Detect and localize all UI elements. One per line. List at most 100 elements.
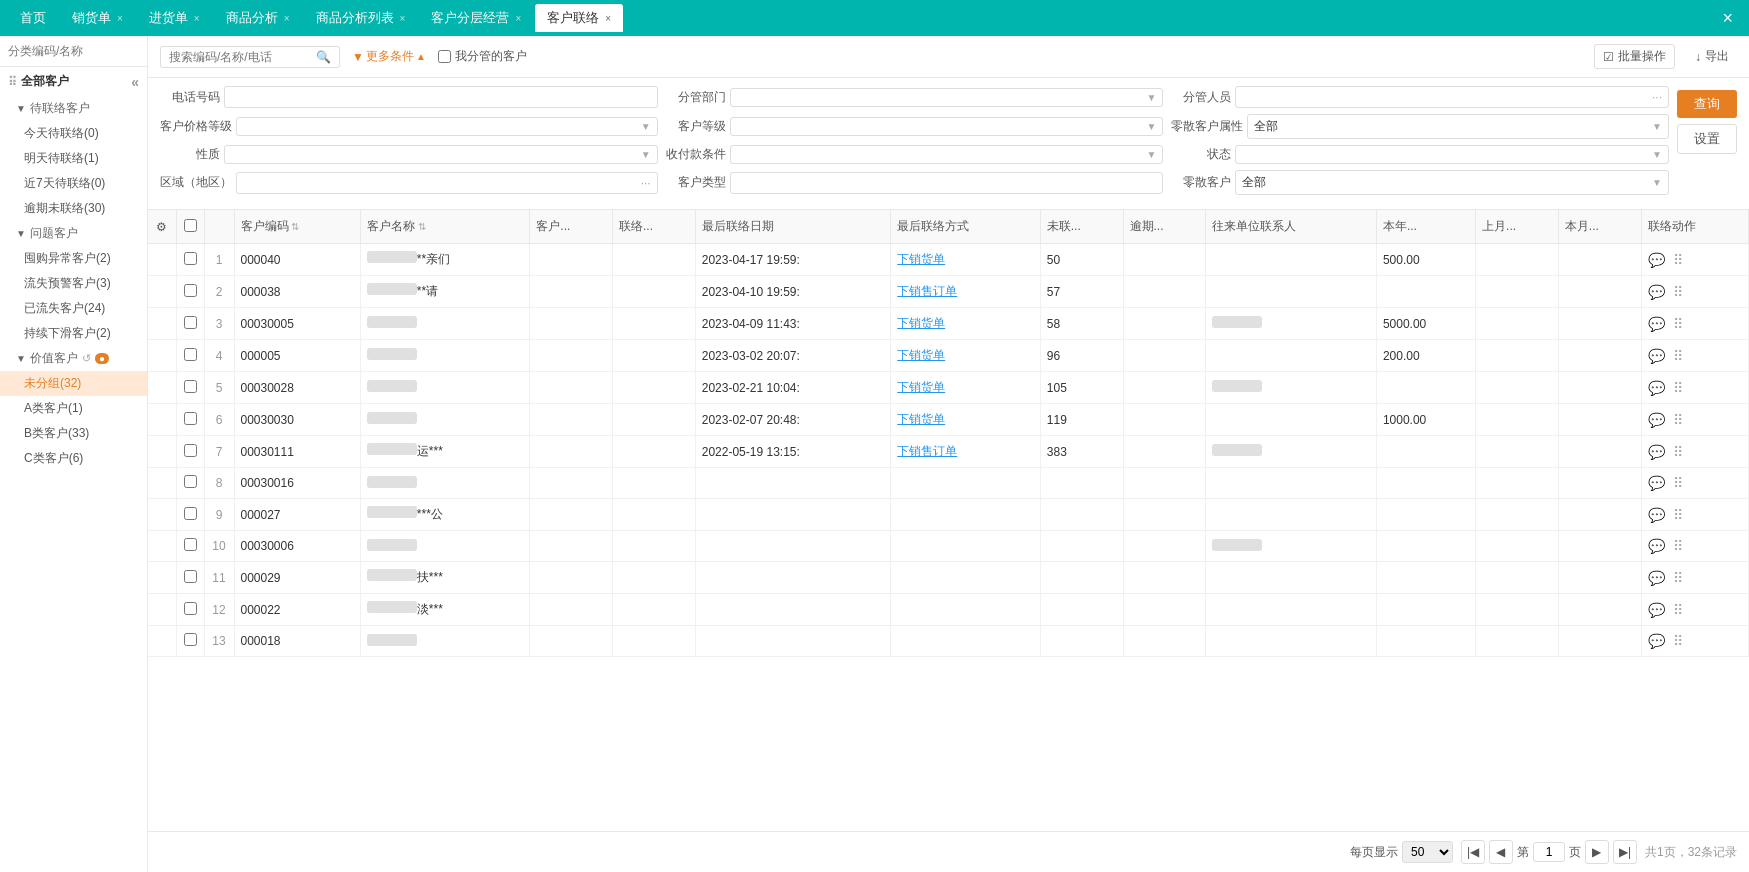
next-page-button[interactable]: ▶ [1585,840,1609,864]
more-conditions-button[interactable]: ▼ 更多条件 ▲ [352,48,426,65]
sidebar-item[interactable]: A类客户(1) [0,396,147,421]
my-customers-checkbox[interactable]: 我分管的客户 [438,48,527,65]
row-checkbox[interactable] [184,633,197,646]
message-icon[interactable]: 💬 [1648,602,1665,618]
contact-way-link[interactable]: 下销货单 [897,252,945,266]
contact-way-link[interactable]: 下销货单 [897,412,945,426]
last-contact-way-cell[interactable]: 下销售订单 [891,436,1041,468]
row-checkbox[interactable] [184,570,197,583]
payment-select[interactable]: ▼ [730,145,1164,164]
collapse-icon[interactable]: « [131,74,139,90]
contact-way-link[interactable]: 下销货单 [897,380,945,394]
grid-action-icon[interactable]: ⠿ [1673,444,1683,460]
nav-tab-goods-analysis-list[interactable]: 商品分析列表× [304,4,418,32]
sidebar-item[interactable]: 囤购异常客户(2) [0,246,147,271]
grid-action-icon[interactable]: ⠿ [1673,570,1683,586]
message-icon[interactable]: 💬 [1648,570,1665,586]
customer-code-header[interactable]: 客户编码 [234,210,360,244]
last-contact-way-cell[interactable]: 下销货单 [891,372,1041,404]
grid-action-icon[interactable]: ⠿ [1673,633,1683,649]
contact-way-link[interactable]: 下销售订单 [897,444,957,458]
sidebar-search-input[interactable] [8,44,148,58]
row-checkbox[interactable] [184,538,197,551]
nav-tab-customer-contact[interactable]: 客户联络× [535,4,623,32]
sidebar-item[interactable]: 流失预警客户(3) [0,271,147,296]
grid-action-icon[interactable]: ⠿ [1673,348,1683,364]
message-icon[interactable]: 💬 [1648,380,1665,396]
nav-tab-purchase[interactable]: 进货单× [137,4,212,32]
sidebar-item[interactable]: B类客户(33) [0,421,147,446]
grid-action-icon[interactable]: ⠿ [1673,538,1683,554]
tab-close-sales[interactable]: × [117,13,123,24]
grid-action-icon[interactable]: ⠿ [1673,284,1683,300]
batch-operations-button[interactable]: ☑ 批量操作 [1594,44,1675,69]
phone-input[interactable] [224,86,658,108]
message-icon[interactable]: 💬 [1648,348,1665,364]
sidebar-group-value-customers[interactable]: ▼价值客户↺● [0,346,147,371]
message-icon[interactable]: 💬 [1648,316,1665,332]
row-checkbox[interactable] [184,252,197,265]
sidebar-group-pending-contact[interactable]: ▼待联络客户 [0,96,147,121]
customer-type-input[interactable] [730,172,1164,194]
sidebar-item[interactable]: 今天待联络(0) [0,121,147,146]
message-icon[interactable]: 💬 [1648,284,1665,300]
row-checkbox[interactable] [184,507,197,520]
last-contact-way-cell[interactable]: 下销售订单 [891,276,1041,308]
row-checkbox[interactable] [184,284,197,297]
sidebar-item[interactable]: 逾期未联络(30) [0,196,147,221]
retail-attr-select[interactable]: 全部 ▼ [1247,114,1669,139]
tab-close-goods-analysis-list[interactable]: × [400,13,406,24]
sidebar-item[interactable]: 已流失客户(24) [0,296,147,321]
region-select[interactable]: ··· [236,172,658,194]
prev-page-button[interactable]: ◀ [1489,840,1513,864]
message-icon[interactable]: 💬 [1648,444,1665,460]
tab-close-goods-analysis[interactable]: × [284,13,290,24]
nav-tab-goods-analysis[interactable]: 商品分析× [214,4,302,32]
select-all-checkbox[interactable] [184,219,197,232]
export-button[interactable]: ↓ 导出 [1687,45,1737,68]
message-icon[interactable]: 💬 [1648,507,1665,523]
per-page-select[interactable]: 50 100 [1402,841,1453,863]
message-icon[interactable]: 💬 [1648,475,1665,491]
person-select[interactable]: ··· [1235,86,1669,108]
row-checkbox[interactable] [184,602,197,615]
grid-action-icon[interactable]: ⠿ [1673,316,1683,332]
nav-tab-customer-tier[interactable]: 客户分层经营× [419,4,533,32]
grid-action-icon[interactable]: ⠿ [1673,475,1683,491]
grid-action-icon[interactable]: ⠿ [1673,507,1683,523]
message-icon[interactable]: 💬 [1648,252,1665,268]
nature-select[interactable]: ▼ [224,145,658,164]
sidebar-all-customers[interactable]: ⠿全部客户« [0,67,147,96]
row-checkbox[interactable] [184,348,197,361]
refresh-icon[interactable]: ↺ [82,352,91,365]
sidebar-item[interactable]: 明天待联络(1) [0,146,147,171]
last-contact-way-cell[interactable]: 下销货单 [891,244,1041,276]
retail-customer-select[interactable]: 全部 ▼ [1235,170,1669,195]
contact-way-link[interactable]: 下销售订单 [897,284,957,298]
filter-search-input[interactable] [169,50,312,64]
sidebar-item[interactable]: 近7天待联络(0) [0,171,147,196]
message-icon[interactable]: 💬 [1648,538,1665,554]
row-checkbox[interactable] [184,475,197,488]
last-contact-way-cell[interactable]: 下销货单 [891,404,1041,436]
message-icon[interactable]: 💬 [1648,633,1665,649]
sidebar-item[interactable]: 未分组(32) [0,371,147,396]
row-checkbox[interactable] [184,412,197,425]
customer-tier-select[interactable]: ▼ [730,117,1164,136]
tab-close-customer-contact[interactable]: × [605,13,611,24]
row-checkbox[interactable] [184,444,197,457]
sidebar-item[interactable]: C类客户(6) [0,446,147,471]
my-customers-check[interactable] [438,50,451,63]
customer-name-header[interactable]: 客户名称 [360,210,530,244]
query-button[interactable]: 查询 [1677,90,1737,118]
last-contact-way-cell[interactable]: 下销货单 [891,340,1041,372]
window-close-button[interactable]: × [1714,8,1741,29]
page-number-input[interactable] [1533,842,1565,862]
filter-search-icon[interactable]: 🔍 [316,50,331,64]
first-page-button[interactable]: |◀ [1461,840,1485,864]
tab-close-customer-tier[interactable]: × [515,13,521,24]
dept-select[interactable]: ▼ [730,88,1164,107]
contact-way-link[interactable]: 下销货单 [897,348,945,362]
grid-action-icon[interactable]: ⠿ [1673,602,1683,618]
row-checkbox[interactable] [184,380,197,393]
